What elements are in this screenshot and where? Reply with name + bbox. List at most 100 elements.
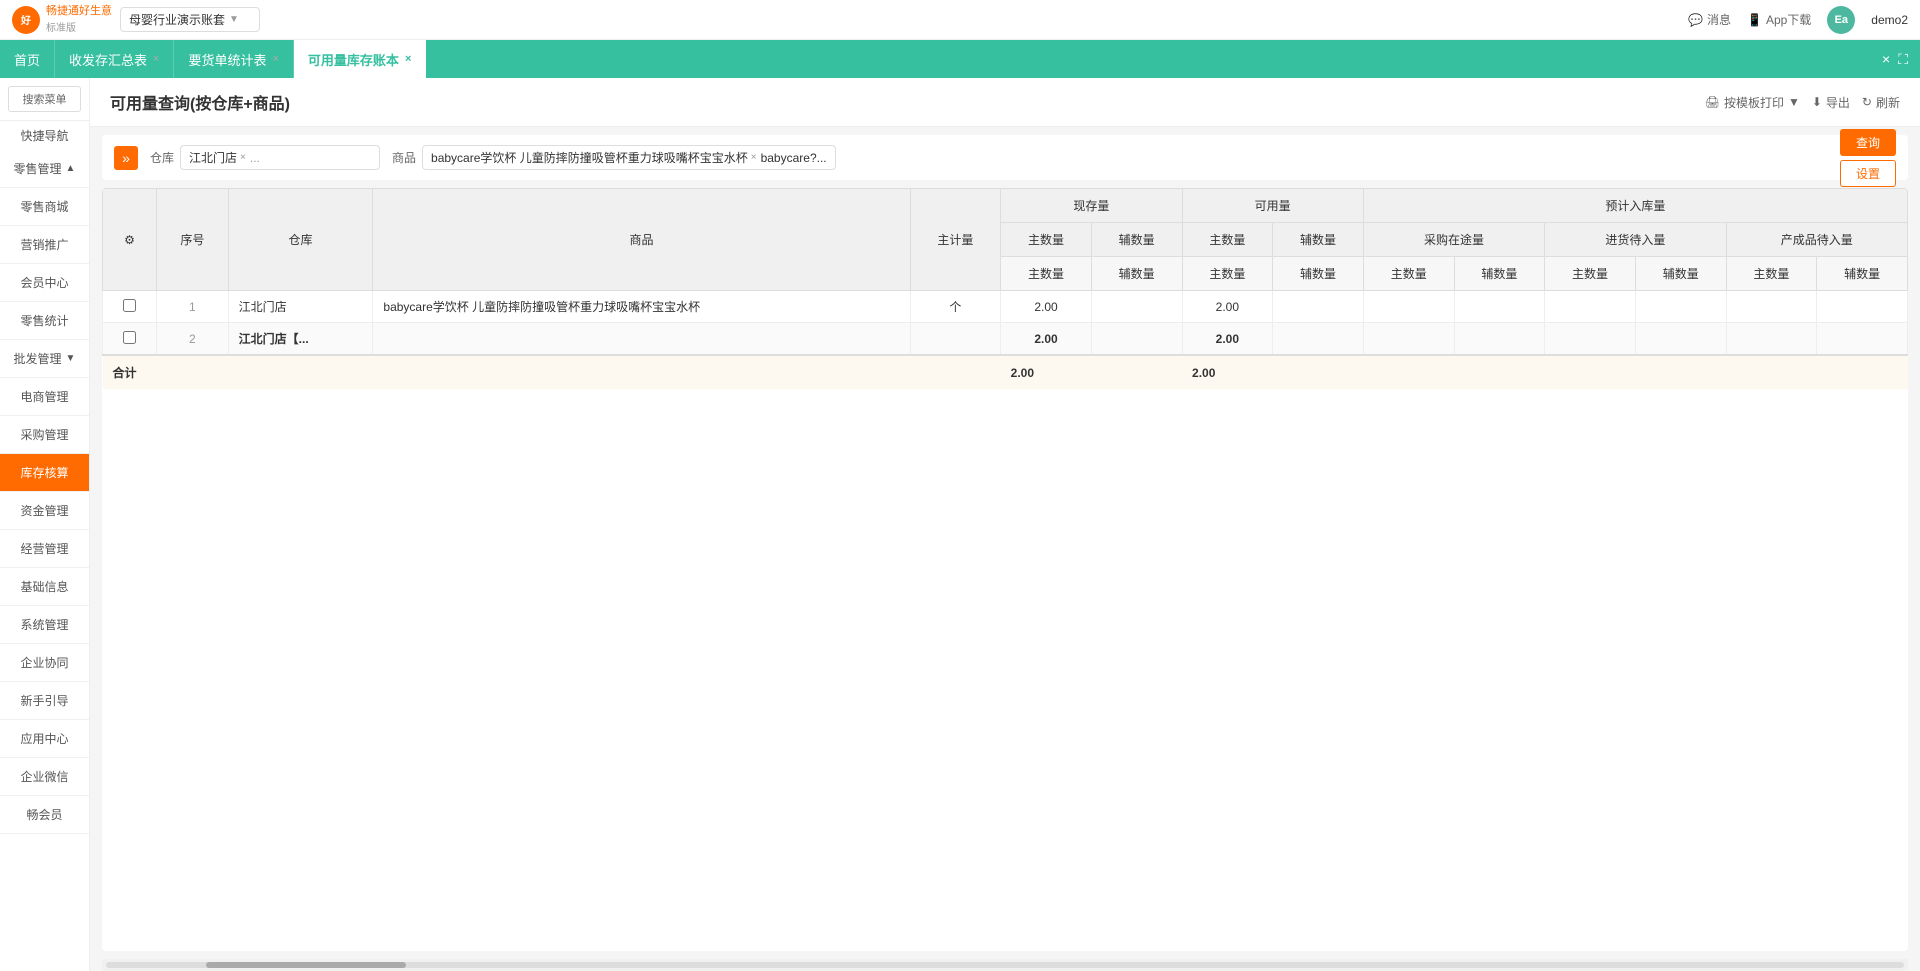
row1-purchase-main <box>1363 291 1454 323</box>
sidebar-item-basic-info[interactable]: 基础信息 <box>0 568 89 606</box>
page-actions: 🖨 按模板打印 ▼ ⬇ 导出 ↻ 刷新 <box>1705 94 1900 111</box>
tab-available[interactable]: 可用量库存账本 × <box>294 40 426 78</box>
col-stock-main-header: 主数量 <box>1001 223 1092 257</box>
sidebar-search-button[interactable]: 搜索菜单 <box>8 86 81 112</box>
sidebar-item-quick-nav[interactable]: 快捷导航 <box>0 121 89 150</box>
sidebar-item-retail-mall-label: 零售商城 <box>20 200 68 214</box>
tab-income[interactable]: 收发存汇总表 × <box>55 40 174 78</box>
sidebar-item-marketing[interactable]: 营销推广 <box>0 226 89 264</box>
sidebar-item-wholesale-mgmt-label: 批发管理 <box>14 350 62 367</box>
refresh-icon: ↻ <box>1862 95 1872 109</box>
sidebar-item-ecommerce-label: 电商管理 <box>20 390 68 404</box>
horizontal-scrollbar[interactable] <box>102 959 1908 971</box>
row1-incoming-aux <box>1635 291 1726 323</box>
filter-area: » 仓库 江北门店 × ... 商品 babycare学饮杯 儿童防摔防撞吸管杯… <box>102 135 1908 180</box>
sidebar-item-guide-label: 新手引导 <box>20 694 68 708</box>
sidebar-item-vip-label: 畅会员 <box>26 808 62 822</box>
warehouse-filter-group: 仓库 江北门店 × ... <box>150 145 380 170</box>
app-download-action[interactable]: 📱 App下载 <box>1747 11 1811 28</box>
row2-prod-aux <box>1817 323 1908 356</box>
row1-purchase-aux <box>1454 291 1545 323</box>
sidebar-item-wholesale-mgmt[interactable]: 批发管理 ▼ <box>0 340 89 378</box>
sidebar-item-wechat-label: 企业微信 <box>20 770 68 784</box>
product-tag1-close-icon[interactable]: × <box>751 152 757 163</box>
logo-text-area: 畅捷通好生意 标准版 <box>46 5 112 33</box>
sidebar-item-retail-mgmt[interactable]: 零售管理 ▲ <box>0 150 89 188</box>
table-settings-icon[interactable]: ⚙ <box>124 233 135 247</box>
col-warehouse-header: 仓库 <box>228 189 373 291</box>
warehouse-filter-more[interactable]: ... <box>250 151 260 165</box>
row2-check-input[interactable] <box>123 331 136 344</box>
window-controls: × ⛶ <box>1870 51 1920 68</box>
filter-expand-button[interactable]: » <box>114 146 138 170</box>
nav-tabs-bar: 首页 收发存汇总表 × 要货单统计表 × 可用量库存账本 × × ⛶ <box>0 40 1920 78</box>
sidebar-item-vip[interactable]: 畅会员 <box>0 796 89 834</box>
sidebar-item-app-center[interactable]: 应用中心 <box>0 720 89 758</box>
row2-checkbox[interactable] <box>103 323 157 356</box>
product-tag2: babycare?... <box>761 151 827 165</box>
col-purchase-aux-sub: 辅数量 <box>1454 257 1545 291</box>
row1-incoming-main <box>1545 291 1636 323</box>
row1-avail-aux <box>1273 291 1364 323</box>
maximize-window-icon[interactable]: ⛶ <box>1898 51 1908 68</box>
warehouse-tag-value: 江北门店 <box>189 149 237 166</box>
message-label: 消息 <box>1707 11 1731 28</box>
tab-income-close[interactable]: × <box>153 53 159 65</box>
scroll-thumb[interactable] <box>206 962 406 968</box>
tab-order[interactable]: 要货单统计表 × <box>174 40 293 78</box>
col-available-header: 可用量 <box>1182 189 1363 223</box>
message-action[interactable]: 💬 消息 <box>1688 11 1731 28</box>
row2-stock-aux <box>1091 323 1182 356</box>
sidebar-item-finance[interactable]: 资金管理 <box>0 492 89 530</box>
quick-nav-label: 快捷导航 <box>20 129 68 143</box>
footer-purchase-aux <box>1454 355 1545 389</box>
col-main-unit-header: 主计量 <box>910 189 1001 291</box>
sidebar-search-area: 搜索菜单 <box>0 78 89 121</box>
close-window-icon[interactable]: × <box>1882 51 1890 67</box>
col-incoming-header: 进货待入量 <box>1545 223 1726 257</box>
row1-stock-aux <box>1091 291 1182 323</box>
query-button[interactable]: 查询 <box>1840 129 1896 156</box>
sidebar-item-guide[interactable]: 新手引导 <box>0 682 89 720</box>
sidebar-item-retail-mall[interactable]: 零售商城 <box>0 188 89 226</box>
sidebar-item-ecommerce[interactable]: 电商管理 <box>0 378 89 416</box>
col-settings-header[interactable]: ⚙ <box>103 189 157 291</box>
row2-incoming-main <box>1545 323 1636 356</box>
export-button[interactable]: ⬇ 导出 <box>1812 94 1850 111</box>
sidebar-item-enterprise[interactable]: 企业协同 <box>0 644 89 682</box>
sidebar-item-wechat[interactable]: 企业微信 <box>0 758 89 796</box>
username[interactable]: demo2 <box>1871 13 1908 27</box>
sidebar-item-inventory[interactable]: 库存核算 <box>0 454 89 492</box>
row1-product: babycare学饮杯 儿童防摔防撞吸管杯重力球吸嘴杯宝宝水杯 <box>373 291 910 323</box>
chevron-down-icon: ▼ <box>66 353 76 364</box>
footer-stock-main: 2.00 <box>1001 355 1092 389</box>
message-icon: 💬 <box>1688 13 1703 27</box>
sidebar-item-member[interactable]: 会员中心 <box>0 264 89 302</box>
sidebar-item-purchase[interactable]: 采购管理 <box>0 416 89 454</box>
sidebar-item-business-mgmt[interactable]: 经营管理 <box>0 530 89 568</box>
row1-warehouse: 江北门店 <box>228 291 373 323</box>
tab-available-close[interactable]: × <box>405 53 411 65</box>
row2-incoming-aux <box>1635 323 1726 356</box>
row2-purchase-aux <box>1454 323 1545 356</box>
filter-settings-button[interactable]: 设置 <box>1840 160 1896 187</box>
refresh-button[interactable]: ↻ 刷新 <box>1862 94 1900 111</box>
tab-home[interactable]: 首页 <box>0 40 55 78</box>
product-filter-tags[interactable]: babycare学饮杯 儿童防摔防撞吸管杯重力球吸嘴杯宝宝水杯 × babyca… <box>422 145 836 170</box>
sidebar-item-system[interactable]: 系统管理 <box>0 606 89 644</box>
row1-checkbox[interactable] <box>103 291 157 323</box>
warehouse-filter-tags[interactable]: 江北门店 × ... <box>180 145 380 170</box>
warehouse-tag-close-icon[interactable]: × <box>240 152 246 163</box>
sidebar-item-retail-stats[interactable]: 零售统计 <box>0 302 89 340</box>
tab-order-label: 要货单统计表 <box>188 50 266 69</box>
avatar: Ea <box>1827 6 1855 34</box>
footer-avail-aux <box>1273 355 1364 389</box>
tab-order-close[interactable]: × <box>272 53 278 65</box>
top-bar: 好 畅捷通好生意 标准版 母婴行业演示账套 ▼ 💬 消息 📱 App下载 Ea … <box>0 0 1920 40</box>
chevron-up-icon: ▲ <box>66 163 76 174</box>
col-product-header: 商品 <box>373 189 910 291</box>
row1-check-input[interactable] <box>123 299 136 312</box>
print-button[interactable]: 🖨 按模板打印 ▼ <box>1705 94 1800 111</box>
row2-prod-main <box>1726 323 1817 356</box>
account-selector[interactable]: 母婴行业演示账套 ▼ <box>120 7 260 32</box>
